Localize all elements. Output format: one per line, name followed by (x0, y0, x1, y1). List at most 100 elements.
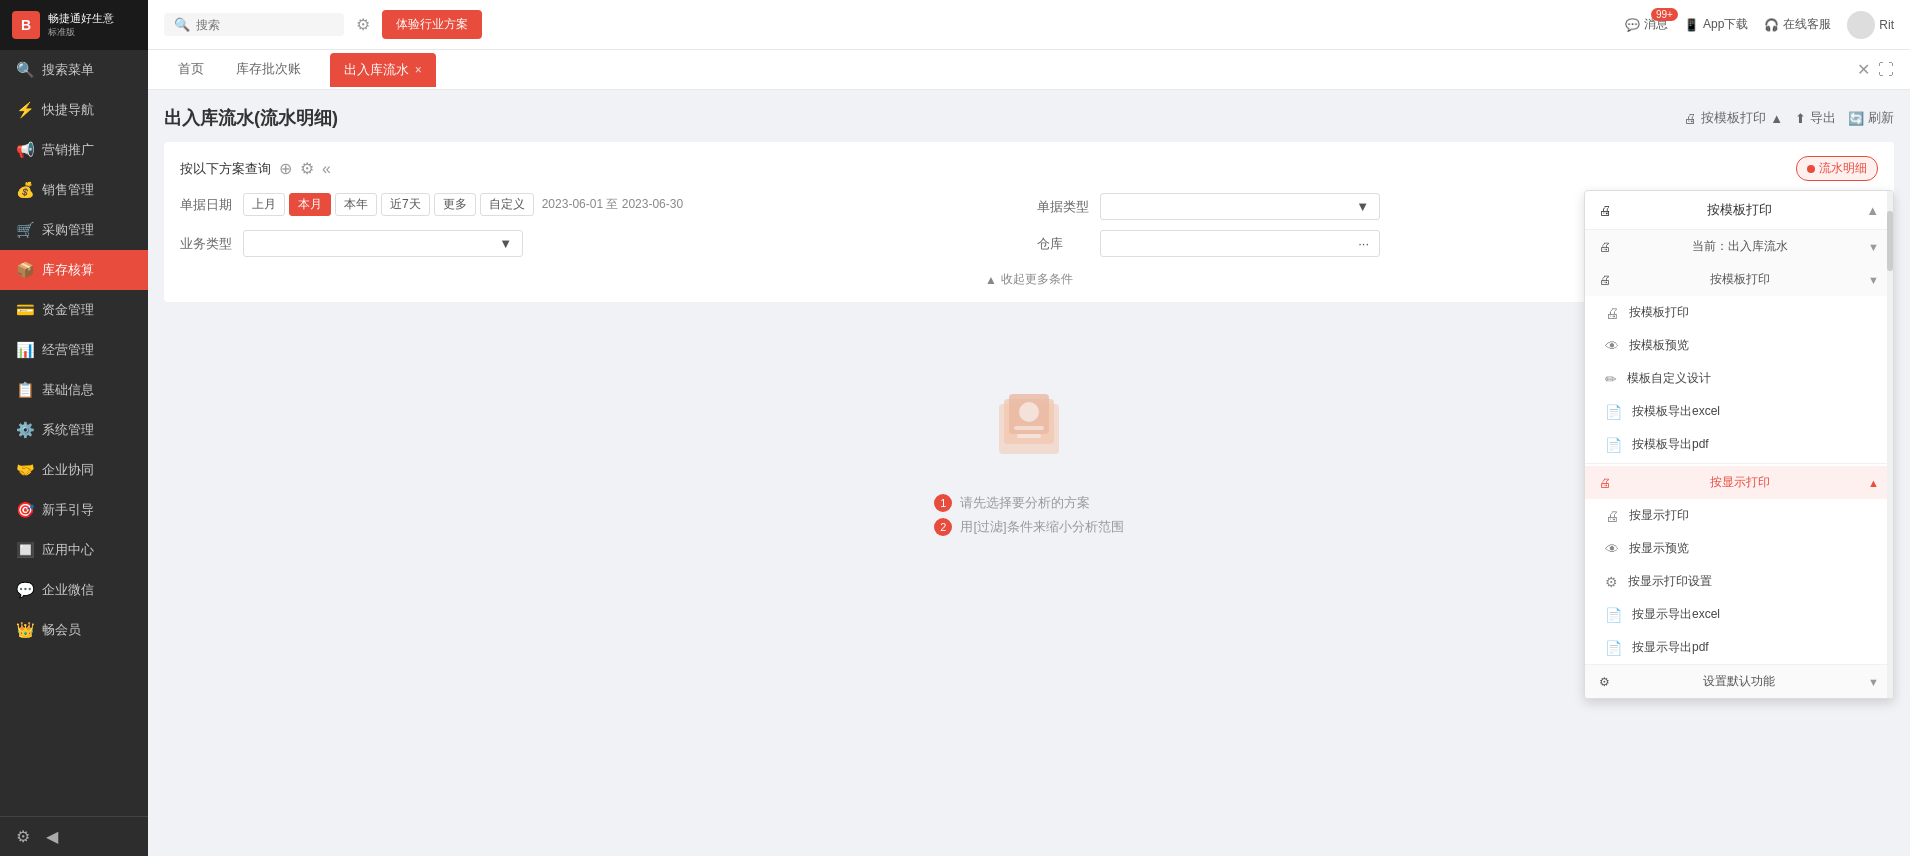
sidebar-icon-wechat: 💬 (16, 581, 34, 599)
template-section-label: 按模板打印 (1710, 271, 1770, 288)
dropdown-item-display-print[interactable]: 🖨 按显示打印 (1585, 499, 1893, 532)
topbar-gear-icon[interactable]: ⚙ (356, 15, 370, 34)
user-avatar-area[interactable]: Rit (1847, 11, 1894, 39)
sidebar-icon-appcenter: 🔲 (16, 541, 34, 559)
collapse-conditions-btn[interactable]: ▲ 收起更多条件 (985, 271, 1073, 288)
dropdown-item-template-pdf[interactable]: 📄 按模板导出pdf (1585, 428, 1893, 461)
sidebar-item-sales[interactable]: 💰 销售管理 (0, 170, 148, 210)
print-template-label: 按模板打印 (1701, 109, 1766, 127)
dropdown-item-template-preview[interactable]: 👁 按模板预览 (1585, 329, 1893, 362)
sidebar-item-finance[interactable]: 💳 资金管理 (0, 290, 148, 330)
sidebar-item-guide[interactable]: 🎯 新手引导 (0, 490, 148, 530)
dropdown-item-template-print[interactable]: 🖨 按模板打印 (1585, 296, 1893, 329)
date-btn-this-year[interactable]: 本年 (335, 193, 377, 216)
page-actions: 🖨 按模板打印 ▲ ⬆ 导出 🔄 刷新 (1684, 109, 1894, 127)
sidebar-item-appcenter[interactable]: 🔲 应用中心 (0, 530, 148, 570)
filter-tag-dot (1807, 165, 1815, 173)
date-btn-custom[interactable]: 自定义 (480, 193, 534, 216)
sidebar-icon-shortcut: ⚡ (16, 101, 34, 119)
filter-settings-btn[interactable]: ⚙ (300, 159, 314, 178)
sidebar-item-inventory[interactable]: 📦 库存核算 (0, 250, 148, 290)
date-btn-this-month[interactable]: 本月 (289, 193, 331, 216)
display-section-header[interactable]: 🖨 按显示打印 ▲ (1585, 466, 1893, 499)
tab-flow-close[interactable]: × (415, 63, 422, 77)
filter-title: 按以下方案查询 (180, 160, 271, 178)
date-selector: 上月 本月 本年 近7天 更多 自定义 2023-06-01 至 2023-06… (243, 193, 683, 216)
sidebar-label-inventory: 库存核算 (42, 261, 94, 279)
close-window-btn[interactable]: ✕ (1857, 60, 1870, 79)
dropdown-item-display-preview[interactable]: 👁 按显示预览 (1585, 532, 1893, 565)
settings-footer-icon: ⚙ (1599, 675, 1610, 689)
empty-step-2: 2 用[过滤]条件来缩小分析范围 (934, 518, 1123, 536)
sidebar-item-membership[interactable]: 👑 畅会员 (0, 610, 148, 650)
sidebar-label-operation: 经营管理 (42, 341, 94, 359)
empty-step-1: 1 请先选择要分析的方案 (934, 494, 1123, 512)
dropdown-item-display-pdf[interactable]: 📄 按显示导出pdf (1585, 631, 1893, 664)
sidebar-item-operation[interactable]: 📊 经营管理 (0, 330, 148, 370)
filter-collapse-btn[interactable]: « (322, 160, 331, 178)
sidebar-item-purchase[interactable]: 🛒 采购管理 (0, 210, 148, 250)
item-icon-template-pdf: 📄 (1605, 437, 1622, 453)
dropdown-scrollbar[interactable] (1887, 191, 1893, 698)
dropdown-chevron-up[interactable]: ▲ (1866, 203, 1879, 218)
tab-batch[interactable]: 库存批次账 × (222, 52, 326, 88)
sidebar-icon-finance: 💳 (16, 301, 34, 319)
dropdown-footer[interactable]: ⚙ 设置默认功能 ▼ (1585, 664, 1893, 698)
item-label-display-print: 按显示打印 (1629, 507, 1689, 524)
step1-text: 请先选择要分析的方案 (960, 494, 1090, 512)
dropdown-item-display-settings[interactable]: ⚙ 按显示打印设置 (1585, 565, 1893, 598)
collapse-up-icon: ▲ (985, 273, 997, 287)
print-template-btn[interactable]: 🖨 按模板打印 ▲ (1684, 109, 1783, 127)
maximize-window-btn[interactable]: ⛶ (1878, 60, 1894, 79)
date-label: 单据日期 (180, 196, 235, 214)
date-btn-7days[interactable]: 近7天 (381, 193, 430, 216)
dropdown-item-template-custom[interactable]: ✏ 模板自定义设计 (1585, 362, 1893, 395)
sidebar-label-basic: 基础信息 (42, 381, 94, 399)
online-service-btn[interactable]: 🎧 在线客服 (1764, 16, 1831, 33)
tab-flow[interactable]: 出入库流水 × (330, 53, 436, 87)
sidebar-item-marketing[interactable]: 📢 营销推广 (0, 130, 148, 170)
date-btn-more[interactable]: 更多 (434, 193, 476, 216)
dropdown-header: 🖨 按模板打印 ▲ (1585, 191, 1893, 230)
sidebar-item-search[interactable]: 🔍 搜索菜单 (0, 50, 148, 90)
trial-button[interactable]: 体验行业方案 (382, 10, 482, 39)
warehouse-input[interactable]: ··· (1100, 230, 1380, 257)
current-sub-header[interactable]: 🖨 当前：出入库流水 ▼ (1585, 230, 1893, 263)
item-label-template-custom: 模板自定义设计 (1627, 370, 1711, 387)
filter-tag-label: 流水明细 (1819, 160, 1867, 177)
headset-icon: 🎧 (1764, 18, 1779, 32)
sidebar-label-guide: 新手引导 (42, 501, 94, 519)
tab-home[interactable]: 首页 (164, 52, 218, 88)
app-download-btn[interactable]: 📱 App下载 (1684, 16, 1748, 33)
template-section-header[interactable]: 🖨 按模板打印 ▼ (1585, 263, 1893, 296)
template-items: 🖨 按模板打印 👁 按模板预览 ✏ 模板自定义设计 📄 按模板导出excel 📄… (1585, 296, 1893, 461)
footer-label: 设置默认功能 (1703, 673, 1775, 690)
filter-add-btn[interactable]: ⊕ (279, 159, 292, 178)
sidebar-icon-purchase: 🛒 (16, 221, 34, 239)
sidebar-icon-sales: 💰 (16, 181, 34, 199)
sidebar-item-collab[interactable]: 🤝 企业协同 (0, 450, 148, 490)
sidebar-item-system[interactable]: ⚙️ 系统管理 (0, 410, 148, 450)
collapse-sidebar-icon[interactable]: ◀ (46, 827, 58, 846)
sidebar-item-shortcut[interactable]: ⚡ 快捷导航 (0, 90, 148, 130)
sidebar-icon-basic: 📋 (16, 381, 34, 399)
type-chevron-icon: ▼ (1356, 199, 1369, 214)
tab-batch-close[interactable]: × (305, 62, 312, 76)
date-btn-last-month[interactable]: 上月 (243, 193, 285, 216)
message-btn[interactable]: 💬 消息 99+ (1625, 16, 1668, 33)
dropdown-item-template-excel[interactable]: 📄 按模板导出excel (1585, 395, 1893, 428)
app-download-icon: 📱 (1684, 18, 1699, 32)
sidebar-item-basic[interactable]: 📋 基础信息 (0, 370, 148, 410)
sidebar-item-wechat[interactable]: 💬 企业微信 (0, 570, 148, 610)
type-select[interactable]: ▼ (1100, 193, 1380, 220)
svg-rect-5 (1017, 434, 1041, 438)
item-label-template-preview: 按模板预览 (1629, 337, 1689, 354)
dropdown-item-display-excel[interactable]: 📄 按显示导出excel (1585, 598, 1893, 631)
active-filter-tag[interactable]: 流水明细 (1796, 156, 1878, 181)
settings-bottom-icon[interactable]: ⚙ (16, 827, 30, 846)
refresh-btn[interactable]: 🔄 刷新 (1848, 109, 1894, 127)
export-btn[interactable]: ⬆ 导出 (1795, 109, 1836, 127)
search-input[interactable] (196, 18, 316, 32)
biz-select[interactable]: ▼ (243, 230, 523, 257)
search-box[interactable]: 🔍 (164, 13, 344, 36)
